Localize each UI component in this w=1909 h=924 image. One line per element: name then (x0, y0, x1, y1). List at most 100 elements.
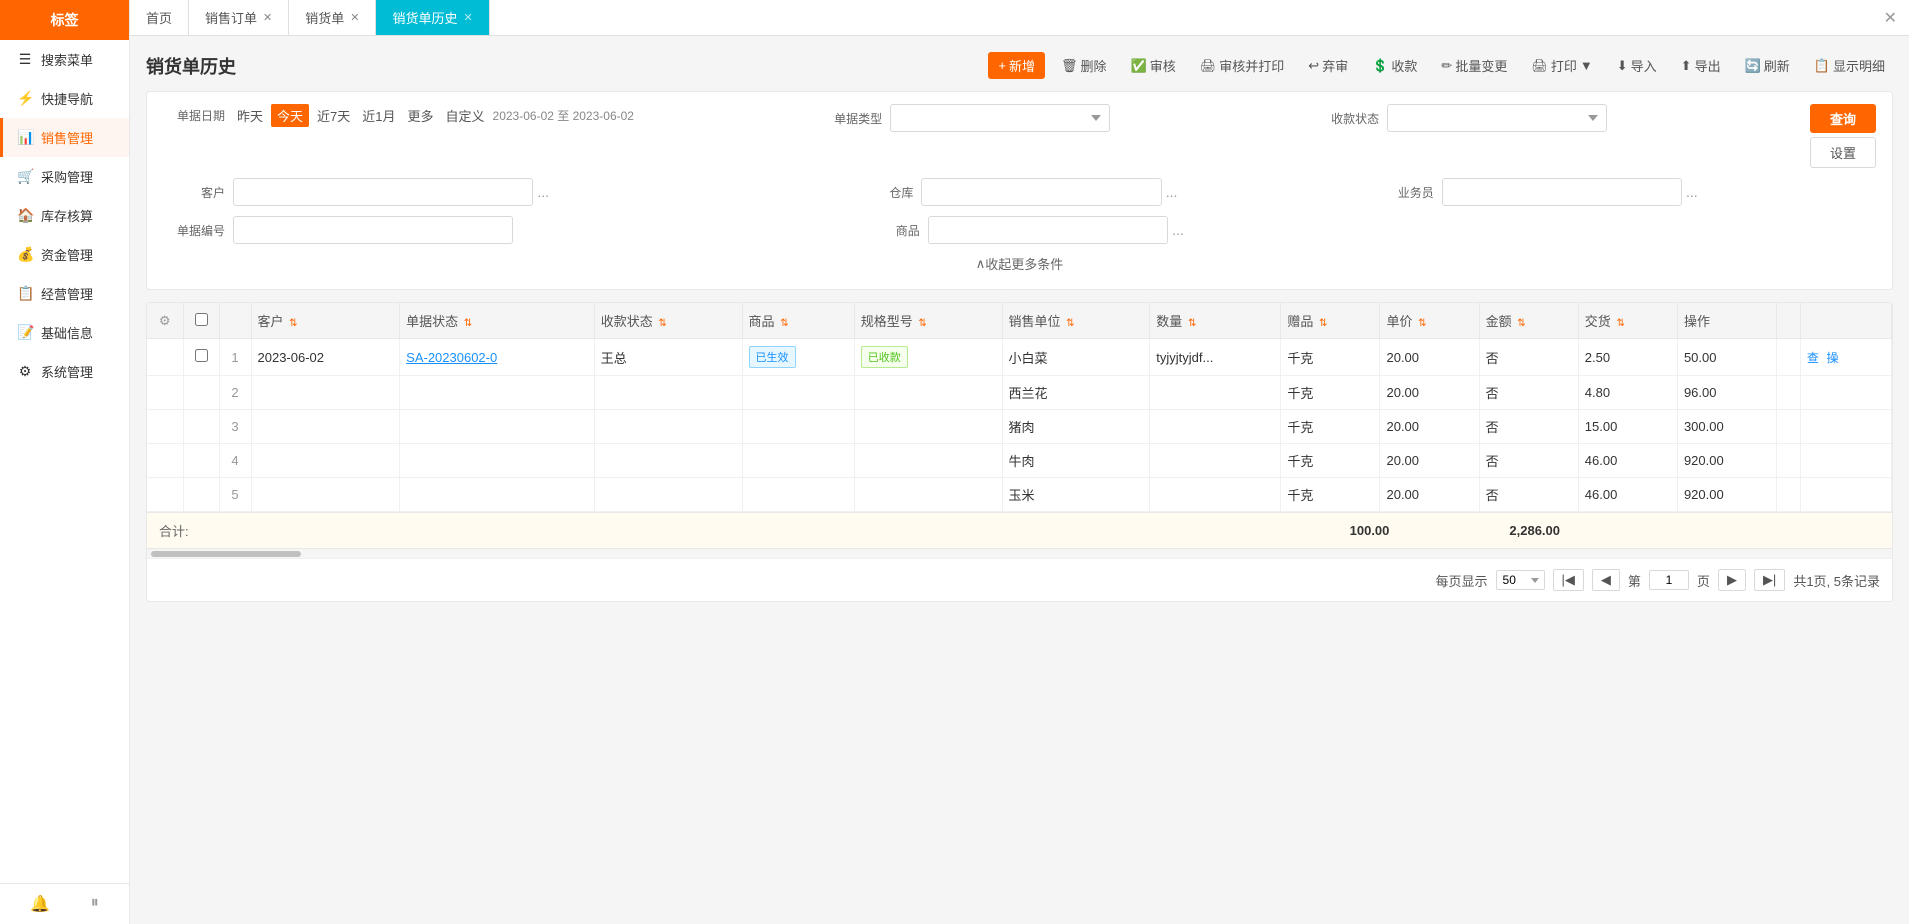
last-page-button[interactable]: ▶| (1754, 569, 1785, 591)
sidebar-item-purchase-mgmt[interactable]: 🛒 采购管理 (0, 157, 129, 196)
row-unit-price: 2.50 (1578, 339, 1677, 376)
review-button[interactable]: ✅ 审核 (1123, 52, 1184, 79)
review-print-icon: 🖨 (1200, 58, 1217, 74)
pause-icon[interactable]: ⏸ (91, 894, 99, 914)
row-sales-unit: 千克 (1281, 478, 1380, 512)
col-payment-status[interactable]: 规格型号 ⇅ (854, 303, 1002, 339)
collect-button[interactable]: 💲 收款 (1364, 52, 1425, 79)
row-product: 牛肉 (1002, 444, 1150, 478)
page-header: 销货单历史 + 新增 🗑 删除 ✅ 审核 🖨 审核并打印 (146, 52, 1893, 79)
show-detail-button[interactable]: 📋 显示明细 (1806, 52, 1893, 79)
col-sales-unit[interactable]: 赠品 ⇅ (1281, 303, 1380, 339)
tab-sales-history-close[interactable]: ✕ (464, 11, 473, 24)
quick-nav-icon: ⚡ (17, 90, 33, 107)
per-page-select[interactable]: 50 100 (1496, 570, 1545, 590)
warehouse-input[interactable] (921, 178, 1161, 206)
date-shortcut-last7days[interactable]: 近7天 (313, 104, 354, 127)
date-shortcut-more[interactable]: 更多 (404, 104, 438, 127)
operations-mgmt-icon: 📋 (17, 285, 33, 302)
review-print-button[interactable]: 🖨 审核并打印 (1192, 52, 1293, 79)
tab-home[interactable]: 首页 (130, 0, 189, 35)
notification-icon[interactable]: 🔔 (30, 894, 50, 914)
col-customer[interactable]: 收款状态 ⇅ (594, 303, 742, 339)
tab-sales-history[interactable]: 销货单历史 ✕ (376, 0, 489, 35)
horizontal-scrollbar[interactable] (147, 548, 1892, 558)
col-doc-status[interactable]: 商品 ⇅ (742, 303, 854, 339)
export-button[interactable]: ⬆ 导出 (1673, 52, 1729, 79)
col-gift[interactable]: 金额 ⇅ (1479, 303, 1578, 339)
first-page-button[interactable]: |◀ (1553, 569, 1584, 591)
batch-change-button[interactable]: ✏ 批量变更 (1433, 52, 1515, 79)
search-menu-icon: ☰ (17, 51, 33, 68)
sidebar-item-inventory[interactable]: 🏠 库存核算 (0, 196, 129, 235)
row-product: 小白菜 (1002, 339, 1150, 376)
col-product[interactable]: 销售单位 ⇅ (1002, 303, 1150, 339)
salesperson-input[interactable] (1442, 178, 1682, 206)
abandon-button[interactable]: ↩ 弃审 (1300, 52, 1356, 79)
sidebar-item-quick-nav[interactable]: ⚡ 快捷导航 (0, 79, 129, 118)
doc-number-link[interactable]: SA-20230602-0 (406, 350, 497, 365)
date-shortcut-today[interactable]: 今天 (271, 104, 309, 127)
col-unit-price[interactable]: 交货 ⇅ (1578, 303, 1677, 339)
col-doc-date[interactable]: 客户 ⇅ (251, 303, 400, 339)
tab-sales-order-close[interactable]: ✕ (263, 11, 272, 24)
import-button[interactable]: ⬇ 导入 (1609, 52, 1665, 79)
doc-number-input[interactable] (233, 216, 513, 244)
customer-ellipsis[interactable]: ... (533, 184, 553, 200)
row-settings-cell (147, 410, 183, 444)
date-shortcut-last1month[interactable]: 近1月 (358, 104, 399, 127)
doc-type-select[interactable] (890, 104, 1110, 132)
prev-page-button[interactable]: ◀ (1592, 569, 1620, 591)
sidebar-item-sales-mgmt[interactable]: 📊 销售管理 (0, 118, 129, 157)
row-settings-cell (147, 478, 183, 512)
row-product: 西兰花 (1002, 376, 1150, 410)
refresh-button[interactable]: 🔄 刷新 (1737, 52, 1798, 79)
sidebar-item-system-mgmt[interactable]: ⚙ 系统管理 (0, 352, 129, 391)
warehouse-ellipsis[interactable]: ... (1162, 184, 1182, 200)
date-shortcut-yesterday[interactable]: 昨天 (233, 104, 267, 127)
payment-status-label: 收款状态 (1317, 110, 1387, 127)
tab-sales-order[interactable]: 销售订单 ✕ (189, 0, 289, 35)
sidebar-item-search-menu[interactable]: ☰ 搜索菜单 (0, 40, 129, 79)
more-op-button[interactable]: 操 (1827, 351, 1839, 365)
next-page-button[interactable]: ▶ (1718, 569, 1746, 591)
row-doc-date (251, 410, 400, 444)
view-op-button[interactable]: 查 (1807, 351, 1819, 365)
col-spec-type[interactable]: 数量 ⇅ (1150, 303, 1281, 339)
print-button[interactable]: 🖨 打印 ▼ (1523, 52, 1600, 79)
collapse-button[interactable]: ∧ 收起更多条件 (163, 250, 1876, 277)
row-checkbox-cell[interactable] (183, 339, 219, 376)
row-unit-price: 46.00 (1578, 444, 1677, 478)
select-all-checkbox[interactable] (195, 313, 208, 326)
row-checkbox[interactable] (195, 349, 208, 362)
row-operation: 查 操 (1800, 339, 1891, 376)
settings-col[interactable]: ⚙ (147, 303, 183, 339)
row-amount: 96.00 (1677, 376, 1776, 410)
add-button[interactable]: + 新增 (988, 52, 1045, 79)
row-doc-number (400, 376, 595, 410)
row-doc-number (400, 444, 595, 478)
col-quantity[interactable]: 单价 ⇅ (1380, 303, 1479, 339)
page-title: 销货单历史 (146, 53, 236, 79)
product-ellipsis[interactable]: ... (1168, 222, 1188, 238)
product-input[interactable] (928, 216, 1168, 244)
sidebar-item-finance-mgmt[interactable]: 💰 资金管理 (0, 235, 129, 274)
sidebar-item-operations-mgmt[interactable]: 📋 经营管理 (0, 274, 129, 313)
payment-status-select[interactable] (1387, 104, 1607, 132)
date-shortcut-custom[interactable]: 自定义 (442, 104, 489, 127)
delete-button[interactable]: 🗑 删除 (1053, 52, 1115, 79)
window-close-button[interactable]: ✕ (1872, 8, 1909, 28)
tab-sales-goods-close[interactable]: ✕ (350, 11, 359, 24)
row-doc-number[interactable]: SA-20230602-0 (400, 339, 595, 376)
customer-input[interactable] (233, 178, 533, 206)
row-checkbox-cell (183, 478, 219, 512)
page-input[interactable] (1649, 570, 1689, 590)
query-button[interactable]: 查询 (1810, 104, 1876, 133)
salesperson-ellipsis[interactable]: ... (1682, 184, 1702, 200)
scroll-thumb[interactable] (151, 551, 301, 557)
col-doc-number[interactable]: 单据状态 ⇅ (400, 303, 595, 339)
row-doc-status (742, 444, 854, 478)
tab-sales-goods[interactable]: 销货单 ✕ (289, 0, 376, 35)
sidebar-item-base-info[interactable]: 📝 基础信息 (0, 313, 129, 352)
setting-button[interactable]: 设置 (1810, 137, 1876, 168)
